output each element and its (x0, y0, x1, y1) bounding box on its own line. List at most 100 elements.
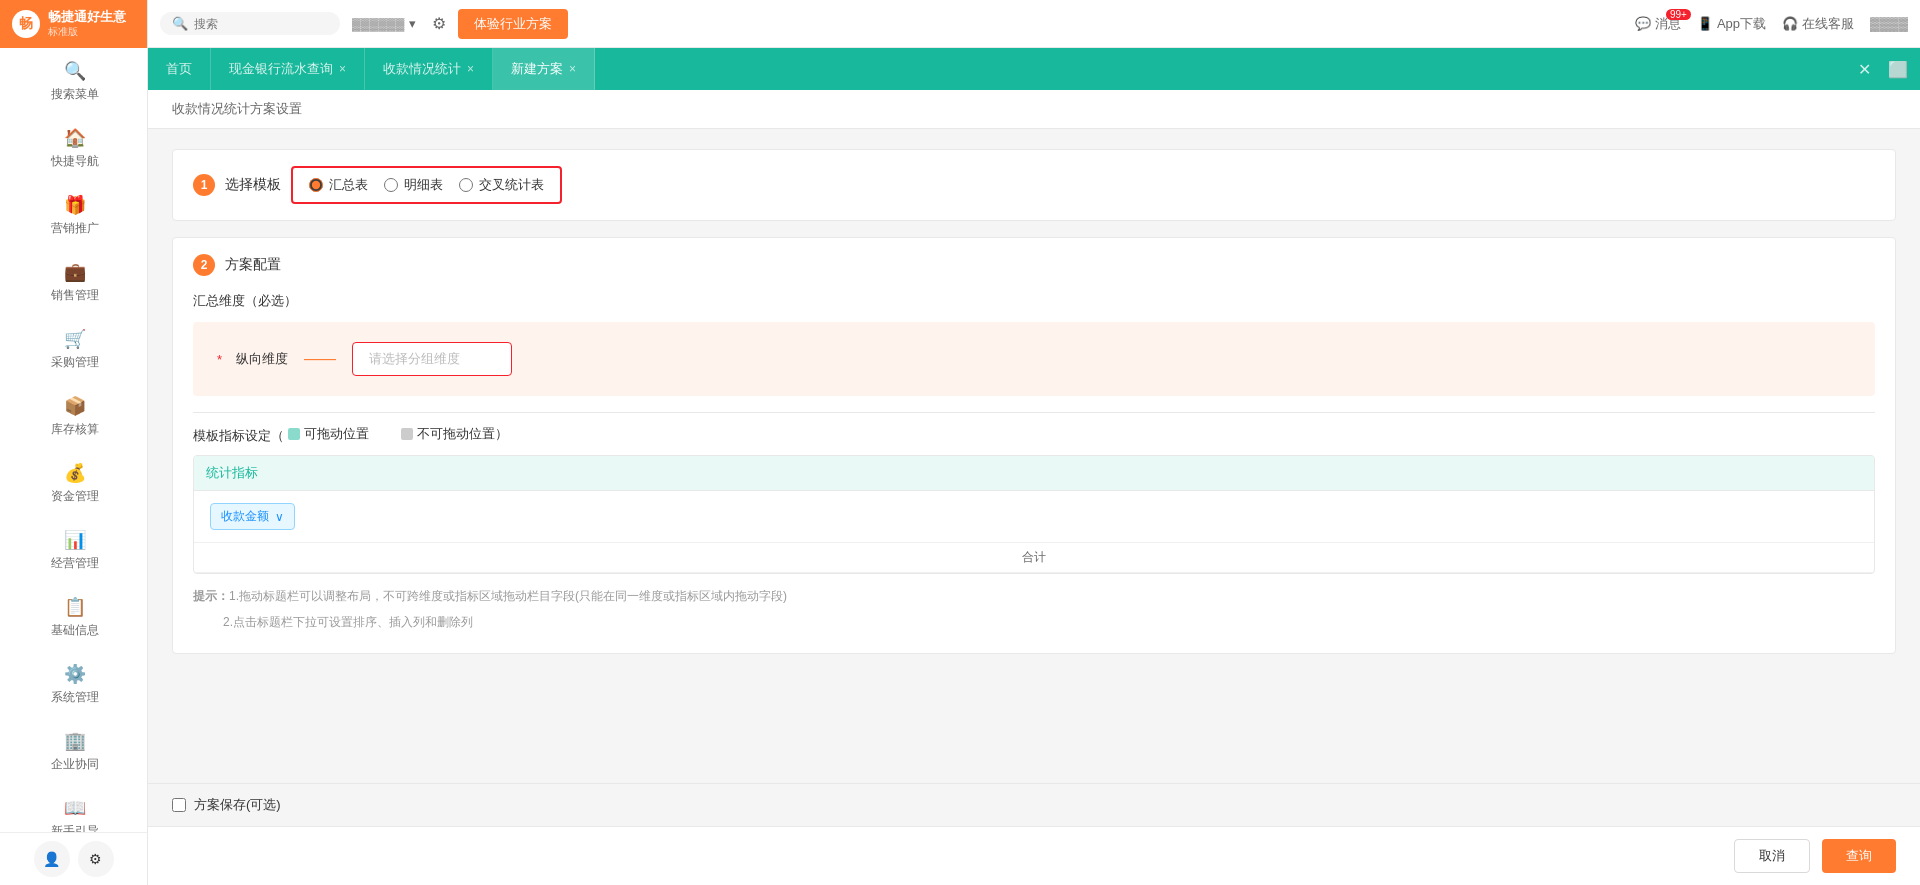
tip-2-row: 2.点击标题栏下拉可设置排序、插入列和删除列 (193, 612, 1875, 634)
vertical-dimension-row: * 纵向维度 —— 请选择分组维度 (217, 342, 512, 376)
save-section: 方案保存(可选) (148, 783, 1920, 826)
sidebar-logo: 畅 畅捷通好生意 标准版 (0, 0, 147, 48)
sidebar-item-label: 资金管理 (51, 488, 99, 505)
metrics-section-title: 统计指标 (194, 456, 1874, 491)
app-download-label: App下载 (1717, 15, 1766, 33)
form-area: 1 选择模板 汇总表 明细表 (148, 129, 1920, 783)
arrow-icon: —— (304, 350, 336, 368)
topbar-dropdown[interactable]: ▓▓▓▓▓▓ ▾ (352, 16, 416, 31)
metrics-title-text: 模板指标设定（ (193, 428, 284, 443)
notification-btn[interactable]: 💬 消息 99+ (1635, 15, 1681, 33)
tab-collection-stat[interactable]: 收款情况统计 × (365, 48, 493, 90)
sidebar-item-label: 企业协同 (51, 756, 99, 773)
topbar: 🔍 ▓▓▓▓▓▓ ▾ ⚙ 体验行业方案 💬 消息 99+ 📱 App下载 🎧 在… (148, 0, 1920, 48)
vertical-dimension-select[interactable]: 请选择分组维度 (352, 342, 512, 376)
logo-icon: 畅 (12, 10, 40, 38)
app-download-btn[interactable]: 📱 App下载 (1697, 15, 1766, 33)
finance-icon: 💰 (64, 462, 86, 484)
sidebar-item-label: 快捷导航 (51, 153, 99, 170)
draggable-dot (288, 428, 300, 440)
sidebar-item-search-menu[interactable]: 🔍 搜索菜单 (0, 48, 147, 115)
sidebar-item-basic[interactable]: 📋 基础信息 (0, 584, 147, 651)
cancel-button[interactable]: 取消 (1734, 839, 1810, 873)
sidebar-item-label: 营销推广 (51, 220, 99, 237)
metrics-label-row: 模板指标设定（ 可拖动位置 不可拖动位置） (193, 425, 1875, 445)
template-detail-option[interactable]: 明细表 (384, 176, 443, 194)
query-button[interactable]: 查询 (1822, 839, 1896, 873)
sidebar-item-quick-nav[interactable]: 🏠 快捷导航 (0, 115, 147, 182)
metrics-area: 统计指标 收款金额 ∨ 合计 (193, 455, 1875, 574)
non-draggable-dot (401, 428, 413, 440)
sidebar-item-label: 新手引导 (51, 823, 99, 832)
tip-1: 1.拖动标题栏可以调整布局，不可跨维度或指标区域拖动栏目字段(只能在同一维度或指… (229, 589, 787, 603)
sidebar-item-system[interactable]: ⚙️ 系统管理 (0, 651, 147, 718)
sidebar-item-guide[interactable]: 📖 新手引导 (0, 785, 147, 832)
sidebar-item-label: 库存核算 (51, 421, 99, 438)
user-info[interactable]: ▓▓▓▓ (1870, 16, 1908, 31)
sidebar-user-btn[interactable]: 👤 (34, 841, 70, 877)
close-window-btn[interactable]: ✕ (1850, 55, 1878, 83)
search-input[interactable] (194, 17, 324, 31)
tab-bank-flow-close[interactable]: × (339, 62, 346, 76)
tips-label: 提示：1.拖动标题栏可以调整布局，不可跨维度或指标区域拖动栏目字段(只能在同一维… (193, 586, 1875, 608)
dimension-area: * 纵向维度 —— 请选择分组维度 (193, 322, 1875, 396)
step1-number: 1 (193, 174, 215, 196)
inventory-icon: 📦 (64, 395, 86, 417)
tab-new-plan-label: 新建方案 (511, 60, 563, 78)
sidebar-settings-btn[interactable]: ⚙ (78, 841, 114, 877)
template-summary-radio[interactable] (309, 178, 323, 192)
online-service-btn[interactable]: 🎧 在线客服 (1782, 15, 1854, 33)
tips-section: 提示：1.拖动标题栏可以调整布局，不可跨维度或指标区域拖动栏目字段(只能在同一维… (193, 574, 1875, 637)
sidebar-item-enterprise[interactable]: 🏢 企业协同 (0, 718, 147, 785)
step2-number: 2 (193, 254, 215, 276)
tag-label: 收款金额 (221, 508, 269, 525)
tab-home-label: 首页 (166, 60, 192, 78)
tab-collection-stat-close[interactable]: × (467, 62, 474, 76)
sidebar-item-operation[interactable]: 📊 经营管理 (0, 517, 147, 584)
page-header: 收款情况统计方案设置 (148, 90, 1920, 129)
sidebar-item-inventory[interactable]: 📦 库存核算 (0, 383, 147, 450)
save-checkbox[interactable] (172, 798, 186, 812)
sidebar-item-sales[interactable]: 💼 销售管理 (0, 249, 147, 316)
content-area: 收款情况统计方案设置 1 选择模板 汇总表 (148, 90, 1920, 885)
sidebar-item-purchase[interactable]: 🛒 采购管理 (0, 316, 147, 383)
topbar-right: 💬 消息 99+ 📱 App下载 🎧 在线客服 ▓▓▓▓ (1635, 15, 1908, 33)
template-cross-radio[interactable] (459, 178, 473, 192)
enterprise-icon: 🏢 (64, 730, 86, 752)
template-summary-option[interactable]: 汇总表 (309, 176, 368, 194)
metrics-separator (378, 428, 391, 443)
step1-title: 选择模板 (225, 176, 281, 194)
main-content: 🔍 ▓▓▓▓▓▓ ▾ ⚙ 体验行业方案 💬 消息 99+ 📱 App下载 🎧 在… (148, 0, 1920, 885)
sidebar-bottom: 👤 ⚙ (0, 832, 147, 885)
draggable-label: 可拖动位置 (304, 425, 369, 443)
template-detail-label: 明细表 (404, 176, 443, 194)
template-cross-option[interactable]: 交叉统计表 (459, 176, 544, 194)
template-detail-radio[interactable] (384, 178, 398, 192)
footer-actions: 取消 查询 (148, 826, 1920, 885)
search-box[interactable]: 🔍 (160, 12, 340, 35)
tip-2: 2.点击标题栏下拉可设置排序、插入列和删除列 (223, 615, 473, 629)
tag-arrow-icon: ∨ (275, 510, 284, 524)
step2-section: 2 方案配置 汇总维度（必选） * 纵向维度 —— 请选择分组维度 (172, 237, 1896, 654)
chevron-down-icon: ▾ (409, 16, 416, 31)
service-label: 在线客服 (1802, 15, 1854, 33)
template-summary-label: 汇总表 (329, 176, 368, 194)
sidebar-item-finance[interactable]: 💰 资金管理 (0, 450, 147, 517)
tab-home[interactable]: 首页 (148, 48, 211, 90)
collection-amount-tag[interactable]: 收款金额 ∨ (210, 503, 295, 530)
gear-icon[interactable]: ⚙ (432, 14, 446, 33)
tab-new-plan-close[interactable]: × (569, 62, 576, 76)
template-options-box: 汇总表 明细表 交叉统计表 (291, 166, 562, 204)
maximize-btn[interactable]: ⬜ (1884, 55, 1912, 83)
non-draggable-label: 不可拖动位置） (417, 425, 508, 443)
tab-new-plan[interactable]: 新建方案 × (493, 48, 595, 90)
home-icon: 🏠 (64, 127, 86, 149)
sidebar-nav: 🔍 搜索菜单 🏠 快捷导航 🎁 营销推广 💼 销售管理 🛒 采购管理 📦 库存核… (0, 48, 147, 832)
dimension-placeholder: 请选择分组维度 (369, 350, 460, 368)
trial-btn[interactable]: 体验行业方案 (458, 9, 568, 39)
purchase-icon: 🛒 (64, 328, 86, 350)
metrics-tag-cell: 收款金额 ∨ (194, 491, 1874, 543)
sidebar-item-label: 采购管理 (51, 354, 99, 371)
sidebar-item-marketing[interactable]: 🎁 营销推广 (0, 182, 147, 249)
tab-bank-flow[interactable]: 现金银行流水查询 × (211, 48, 365, 90)
